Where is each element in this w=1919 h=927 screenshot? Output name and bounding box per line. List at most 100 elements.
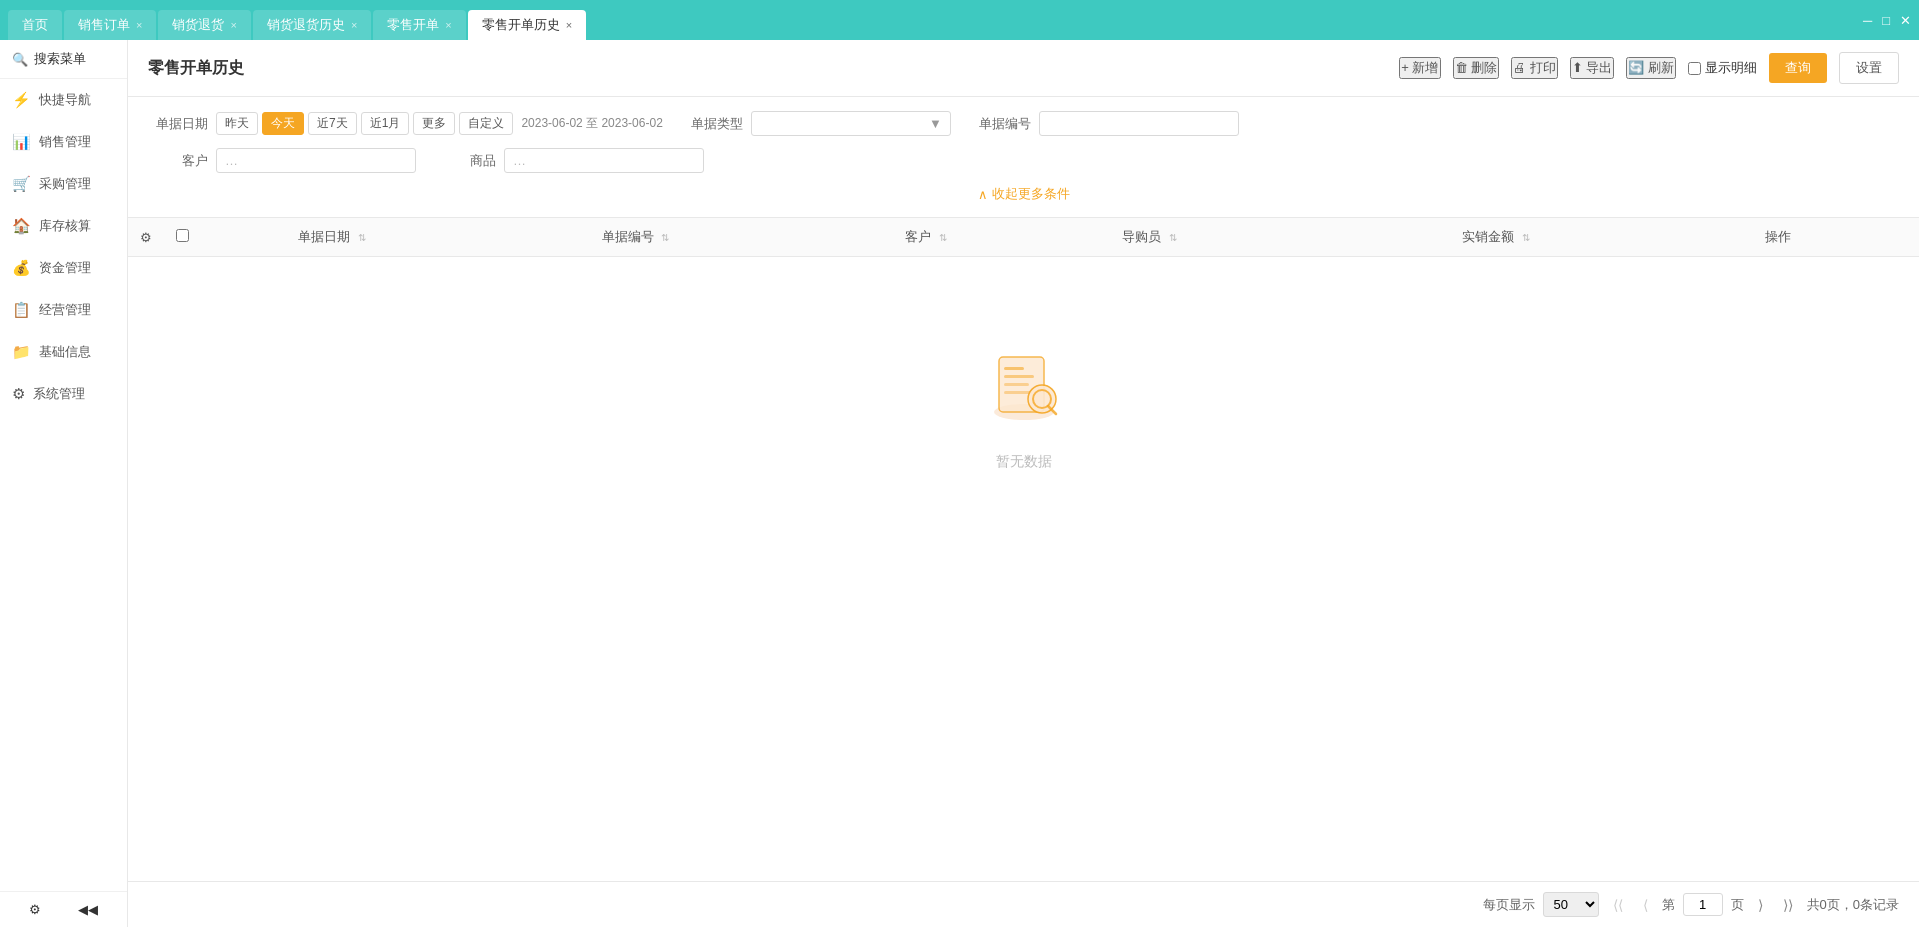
maximize-btn[interactable]: □ xyxy=(1882,13,1890,28)
column-settings[interactable]: ⚙ xyxy=(128,218,164,257)
display-detail-label: 显示明细 xyxy=(1705,59,1757,77)
page-input[interactable] xyxy=(1683,893,1723,916)
page-label: 第 xyxy=(1662,896,1675,914)
column-amount[interactable]: 实销金额 ⇅ xyxy=(1450,218,1753,257)
tab-home[interactable]: 首页 xyxy=(8,10,62,40)
customer-label: 客户 xyxy=(148,152,208,170)
per-page-label: 每页显示 xyxy=(1483,896,1535,914)
collapse-label: 收起更多条件 xyxy=(992,185,1070,203)
sidebar-search-label: 搜索菜单 xyxy=(34,50,86,68)
prev-page-btn[interactable]: ⟨ xyxy=(1637,895,1654,915)
collapse-sidebar-btn[interactable]: ◀◀ xyxy=(78,902,98,917)
sidebar-item-purchase-mgmt[interactable]: 🛒 采购管理 xyxy=(0,163,127,205)
number-filter: 单据编号 xyxy=(971,111,1239,136)
query-button[interactable]: 查询 xyxy=(1769,53,1827,83)
type-arrow-icon: ▼ xyxy=(929,116,942,131)
sidebar-item-quick-nav[interactable]: ⚡ 快捷导航 xyxy=(0,79,127,121)
data-table: ⚙ 单据日期 ⇅ 单据编号 ⇅ 客户 xyxy=(128,218,1919,257)
content-area: 零售开单历史 + 新增 🗑 删除 🖨 打印 ⬆ 导出 🔄 刷新 显示明细 查询 … xyxy=(128,40,1919,927)
goods-filter: 商品 … xyxy=(436,148,704,173)
sidebar-item-inventory[interactable]: 🏠库存核算 xyxy=(0,205,127,247)
column-number[interactable]: 单据编号 ⇅ xyxy=(590,218,893,257)
settings-icon[interactable]: ⚙ xyxy=(29,902,41,917)
page-unit: 页 xyxy=(1731,896,1744,914)
next-page-btn[interactable]: ⟩ xyxy=(1752,895,1769,915)
date-btn-自定义[interactable]: 自定义 xyxy=(459,112,513,135)
top-bar: 首页销售订单×销货退货×销货退货历史×零售开单×零售开单历史× ─ □ ✕ xyxy=(0,0,1919,40)
tab-retail-open-history[interactable]: 零售开单历史× xyxy=(468,10,586,40)
last-page-btn[interactable]: ⟩⟩ xyxy=(1777,895,1799,915)
type-label: 单据类型 xyxy=(683,115,743,133)
sidebar: 🔍 搜索菜单 ⚡ 快捷导航 📊销售管理 🛒 采购管理 🏠库存核算💰资金管理 📋 经营管理 📁基础… xyxy=(0,40,128,927)
sidebar-label-inventory: 库存核算 xyxy=(39,217,91,235)
tab-close-sales-return[interactable]: × xyxy=(230,19,236,31)
svg-rect-5 xyxy=(1004,391,1032,394)
sidebar-label-purchase-mgmt: 采购管理 xyxy=(39,175,91,193)
tab-close-sales-return-history[interactable]: × xyxy=(351,19,357,31)
ops-mgmt-icon: 📋 xyxy=(12,301,31,319)
pagination: 每页显示 102050100 ⟨⟨ ⟨ 第 页 ⟩ ⟩⟩ 共0页，0条记录 xyxy=(128,881,1919,927)
export-button[interactable]: ⬆ 导出 xyxy=(1570,57,1615,79)
select-all-checkbox[interactable] xyxy=(176,229,189,242)
date-btn-今天[interactable]: 今天 xyxy=(262,112,304,135)
first-page-btn[interactable]: ⟨⟨ xyxy=(1607,895,1629,915)
sidebar-item-sales-mgmt[interactable]: 📊销售管理 xyxy=(0,121,127,163)
display-detail-toggle[interactable]: 显示明细 xyxy=(1688,59,1757,77)
column-date[interactable]: 单据日期 ⇅ xyxy=(286,218,589,257)
svg-rect-4 xyxy=(1004,383,1029,386)
window-controls: ─ □ ✕ xyxy=(1863,13,1911,28)
sidebar-label-ops-mgmt: 经营管理 xyxy=(39,301,91,319)
column-guide[interactable]: 导购员 ⇅ xyxy=(1110,218,1370,257)
sidebar-item-sys-mgmt[interactable]: ⚙系统管理 xyxy=(0,373,127,415)
collapse-btn[interactable]: ∧ 收起更多条件 xyxy=(148,185,1899,203)
filter-row-2: 客户 … 商品 … xyxy=(148,148,1899,173)
date-btn-近1月[interactable]: 近1月 xyxy=(361,112,410,135)
date-filter: 单据日期 昨天今天近7天近1月更多自定义 2023-06-02 至 2023-0… xyxy=(148,112,663,135)
svg-rect-2 xyxy=(1004,367,1024,370)
type-filter: 单据类型 ▼ xyxy=(683,111,951,136)
sidebar-item-finance[interactable]: 💰资金管理 xyxy=(0,247,127,289)
filter-area: 单据日期 昨天今天近7天近1月更多自定义 2023-06-02 至 2023-0… xyxy=(128,97,1919,218)
sidebar-search[interactable]: 🔍 搜索菜单 xyxy=(0,40,127,79)
goods-label: 商品 xyxy=(436,152,496,170)
sidebar-item-base-info[interactable]: 📁基础信息 xyxy=(0,331,127,373)
tab-sales-return-history[interactable]: 销货退货历史× xyxy=(253,10,371,40)
purchase-mgmt-icon: 🛒 xyxy=(12,175,31,193)
minimize-btn[interactable]: ─ xyxy=(1863,13,1872,28)
tab-close-retail-open[interactable]: × xyxy=(445,19,451,31)
sidebar-item-ops-mgmt[interactable]: 📋 经营管理 xyxy=(0,289,127,331)
date-btn-更多[interactable]: 更多 xyxy=(413,112,455,135)
sidebar-label-quick-nav: 快捷导航 xyxy=(39,91,91,109)
empty-text: 暂无数据 xyxy=(996,453,1052,471)
print-button[interactable]: 🖨 打印 xyxy=(1511,57,1558,79)
refresh-button[interactable]: 🔄 刷新 xyxy=(1626,57,1676,79)
tab-close-retail-open-history[interactable]: × xyxy=(566,19,572,31)
column-customer[interactable]: 客户 ⇅ xyxy=(893,218,1110,257)
page-size-select[interactable]: 102050100 xyxy=(1543,892,1599,917)
tab-sales-order[interactable]: 销售订单× xyxy=(64,10,156,40)
tab-sales-return[interactable]: 销货退货× xyxy=(158,10,250,40)
sales-mgmt-icon: 📊 xyxy=(12,133,31,151)
goods-input[interactable]: … xyxy=(504,148,704,173)
date-btn-近7天[interactable]: 近7天 xyxy=(308,112,357,135)
settings-filter-button[interactable]: 设置 xyxy=(1839,52,1899,84)
display-detail-checkbox[interactable] xyxy=(1688,62,1701,75)
quick-nav-icon: ⚡ xyxy=(12,91,31,109)
page-header: 零售开单历史 + 新增 🗑 删除 🖨 打印 ⬆ 导出 🔄 刷新 显示明细 查询 … xyxy=(128,40,1919,97)
delete-button[interactable]: 🗑 删除 xyxy=(1453,57,1500,79)
sidebar-label-sys-mgmt: 系统管理 xyxy=(33,385,85,403)
empty-icon xyxy=(974,337,1074,437)
date-buttons: 昨天今天近7天近1月更多自定义 xyxy=(216,112,513,135)
type-select[interactable]: ▼ xyxy=(751,111,951,136)
sort-date-icon: ⇅ xyxy=(358,232,366,243)
search-icon: 🔍 xyxy=(12,52,28,67)
number-input[interactable] xyxy=(1039,111,1239,136)
column-checkbox[interactable] xyxy=(164,218,286,257)
tab-retail-open[interactable]: 零售开单× xyxy=(373,10,465,40)
close-btn[interactable]: ✕ xyxy=(1900,13,1911,28)
tab-close-sales-order[interactable]: × xyxy=(136,19,142,31)
table-area: ⚙ 单据日期 ⇅ 单据编号 ⇅ 客户 xyxy=(128,218,1919,927)
add-button[interactable]: + 新增 xyxy=(1399,57,1440,79)
date-btn-昨天[interactable]: 昨天 xyxy=(216,112,258,135)
customer-input[interactable]: … xyxy=(216,148,416,173)
